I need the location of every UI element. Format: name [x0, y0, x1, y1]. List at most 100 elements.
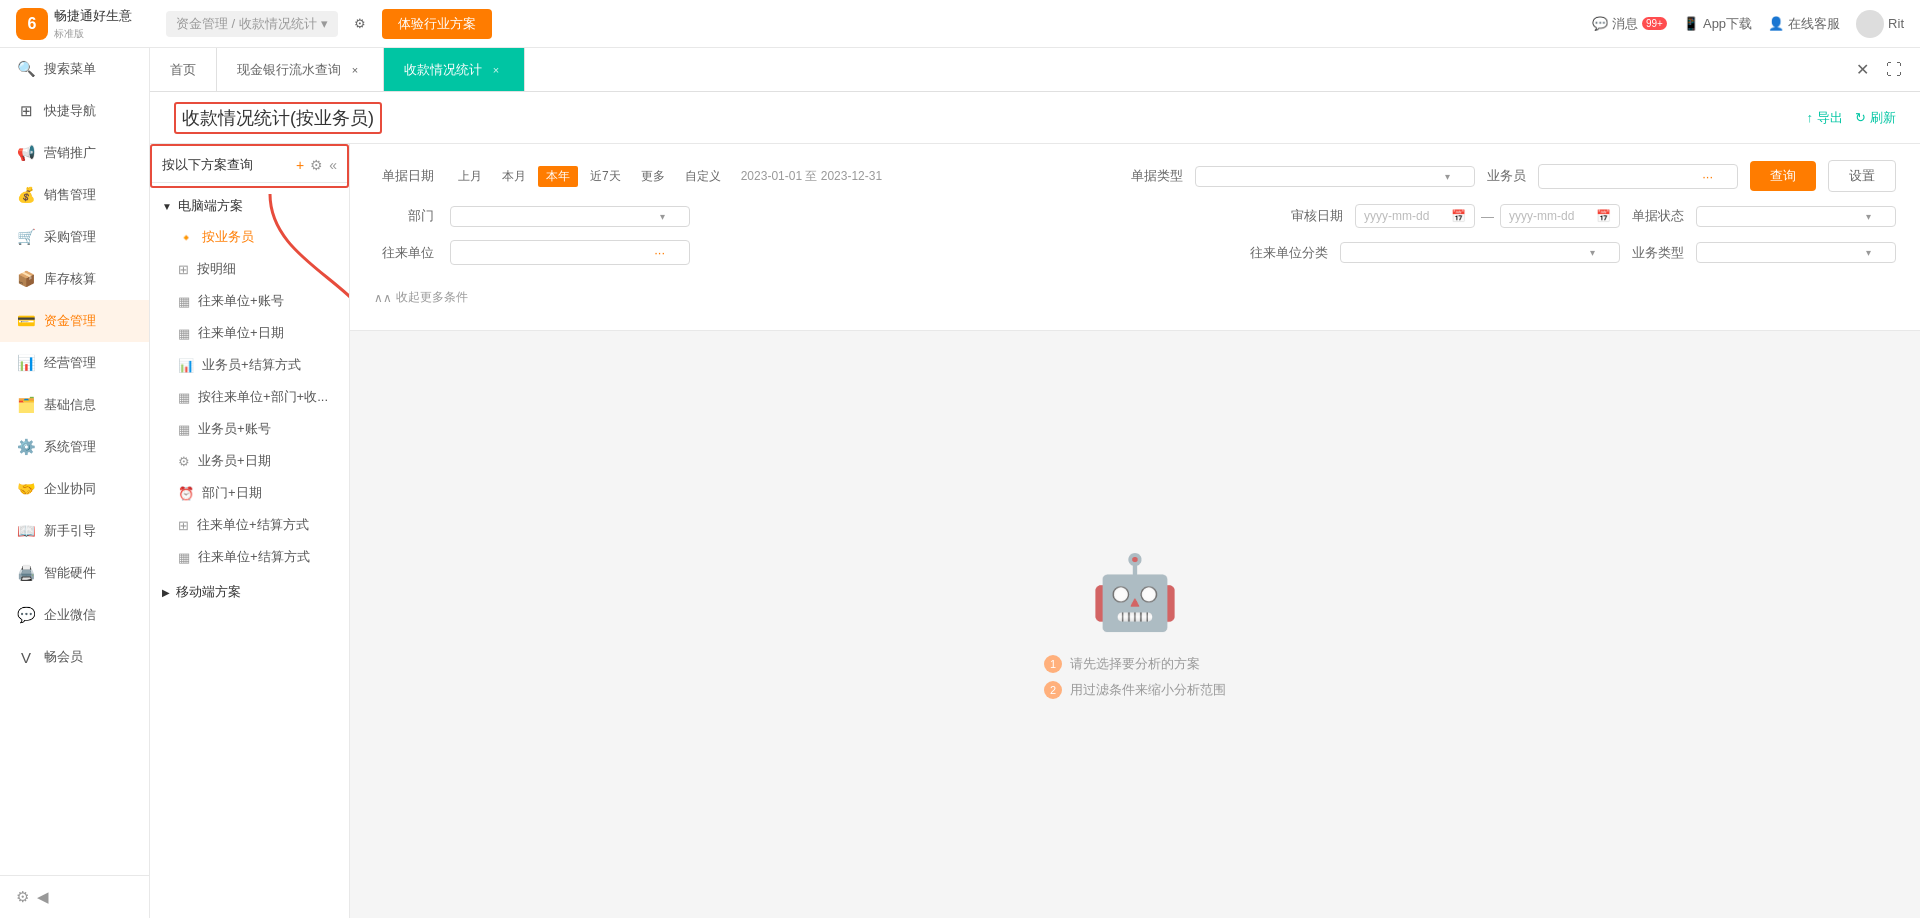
refresh-btn[interactable]: ↻ 刷新 — [1855, 109, 1896, 127]
sidebar-item-guide[interactable]: 📖 新手引导 — [0, 510, 149, 552]
date-this-month[interactable]: 本月 — [494, 166, 534, 187]
sidebar-item-sales[interactable]: 💰 销售管理 — [0, 174, 149, 216]
date-this-year[interactable]: 本年 — [538, 166, 578, 187]
date-custom[interactable]: 自定义 — [677, 166, 729, 187]
date-last-month[interactable]: 上月 — [450, 166, 490, 187]
tab-bank-flow[interactable]: 现金银行流水查询 × — [217, 48, 384, 91]
sidebar-item-marketing[interactable]: 📢 营销推广 — [0, 132, 149, 174]
sidebar-item-search[interactable]: 🔍 搜索菜单 — [0, 48, 149, 90]
scheme-item-salesman-account[interactable]: ▦ 业务员+账号 — [150, 413, 349, 445]
scheme-item-counterpart-date[interactable]: ▦ 往来单位+日期 — [150, 317, 349, 349]
date-control: 上月 本月 本年 近7天 更多 自定义 2023-01-01 至 2023-12… — [450, 166, 882, 187]
add-scheme-btn[interactable]: + — [296, 157, 304, 173]
scheme-settings-btn[interactable]: ⚙ — [310, 157, 323, 173]
sidebar-settings-icon[interactable]: ⚙ — [16, 888, 29, 906]
scheme-item-detail[interactable]: ⊞ 按明细 — [150, 253, 349, 285]
filter-area: 单据日期 上月 本月 本年 近7天 更多 自定义 2023-01-01 至 20… — [350, 144, 1920, 331]
tab-bar: 首页 现金银行流水查询 × 收款情况统计 × ✕ ⛶ — [150, 48, 1920, 92]
page-header-actions: ↑ 导出 ↻ 刷新 — [1807, 109, 1897, 127]
scheme-item-dept-date[interactable]: ⏰ 部门+日期 — [150, 477, 349, 509]
settings-icon[interactable]: ⚙ — [346, 10, 374, 38]
app-download-btn[interactable]: 📱 App下载 — [1683, 15, 1752, 33]
salesman-settle-icon: 📊 — [178, 358, 194, 373]
scheme-item-salesman-settle[interactable]: 📊 业务员+结算方式 — [150, 349, 349, 381]
biz-type-arrow: ▾ — [1866, 247, 1871, 258]
biz-type-label: 业务类型 — [1632, 244, 1684, 262]
counterpart-select[interactable]: ··· — [450, 240, 690, 265]
doc-status-select[interactable]: ▾ — [1696, 206, 1896, 227]
message-badge: 99+ — [1642, 17, 1667, 30]
sidebar-item-hardware[interactable]: 🖨️ 智能硬件 — [0, 552, 149, 594]
finance-icon: 💳 — [16, 312, 36, 330]
online-service-btn[interactable]: 👤 在线客服 — [1768, 15, 1840, 33]
vip-icon: V — [16, 649, 36, 666]
salesman-select[interactable]: ··· — [1538, 164, 1738, 189]
tab-home[interactable]: 首页 — [150, 48, 217, 91]
salesman-more-btn[interactable]: ··· — [1702, 169, 1713, 184]
top-right-actions: 💬 消息 99+ 📱 App下载 👤 在线客服 Rit — [1592, 10, 1904, 38]
biz-type-select[interactable]: ▾ — [1696, 242, 1896, 263]
export-btn[interactable]: ↑ 导出 — [1807, 109, 1844, 127]
doc-type-select[interactable]: ▾ — [1195, 166, 1475, 187]
sidebar-item-operations[interactable]: 📊 经营管理 — [0, 342, 149, 384]
scheme-category-desktop[interactable]: ▼ 电脑端方案 — [150, 191, 349, 221]
salesman-label: 业务员 — [1487, 167, 1526, 185]
logo-area: 6 畅捷通好生意 标准版 — [16, 7, 166, 41]
scheme-item-salesman-date[interactable]: ⚙ 业务员+日期 — [150, 445, 349, 477]
main-layout: 🔍 搜索菜单 ⊞ 快捷导航 📢 营销推广 💰 销售管理 🛒 采购管理 📦 库存核… — [0, 48, 1920, 918]
sidebar-item-collab[interactable]: 🤝 企业协同 — [0, 468, 149, 510]
salesman-account-icon: ▦ — [178, 422, 190, 437]
tab-window-btns: ✕ ⛶ — [1848, 48, 1920, 91]
user-avatar[interactable]: Rit — [1856, 10, 1904, 38]
scheme-item-salesman[interactable]: 🔸 按业务员 — [150, 221, 349, 253]
tab-collection-close[interactable]: × — [488, 62, 504, 78]
salesman-scheme-icon: 🔸 — [178, 230, 194, 245]
sidebar-item-inventory[interactable]: 📦 库存核算 — [0, 258, 149, 300]
query-button[interactable]: 查询 — [1750, 161, 1816, 191]
sidebar-item-nav[interactable]: ⊞ 快捷导航 — [0, 90, 149, 132]
sidebar-item-vip[interactable]: V 畅会员 — [0, 636, 149, 678]
collapse-icon: ∧∧ — [374, 291, 392, 305]
scheme-item-counterpart-settle2[interactable]: ▦ 往来单位+结算方式 — [150, 541, 349, 573]
counterpart-more-btn[interactable]: ··· — [654, 245, 665, 260]
collapse-panel-btn[interactable]: « — [329, 157, 337, 173]
counterpart-class-select[interactable]: ▾ — [1340, 242, 1620, 263]
scheme-item-counterpart-account[interactable]: ▦ 往来单位+账号 — [150, 285, 349, 317]
counterpart-class-label: 往来单位分类 — [1250, 244, 1328, 262]
calendar-icon-to: 📅 — [1596, 209, 1611, 223]
scheme-item-by-counterpart-dept[interactable]: ▦ 按往来单位+部门+收... — [150, 381, 349, 413]
content-area: 首页 现金银行流水查询 × 收款情况统计 × ✕ ⛶ 收款情况统计(按业务员) … — [150, 48, 1920, 918]
tab-bank-flow-close[interactable]: × — [347, 62, 363, 78]
tab-collection-stats[interactable]: 收款情况统计 × — [384, 48, 525, 91]
message-btn[interactable]: 💬 消息 99+ — [1592, 15, 1667, 33]
scheme-item-counterpart-settle1[interactable]: ⊞ 往来单位+结算方式 — [150, 509, 349, 541]
date-7days[interactable]: 近7天 — [582, 166, 629, 187]
close-window-btn[interactable]: ✕ — [1848, 56, 1876, 84]
panel-actions: + ⚙ « — [296, 157, 337, 173]
expand-window-btn[interactable]: ⛶ — [1880, 56, 1908, 84]
review-to-input[interactable]: yyyy-mm-dd 📅 — [1500, 204, 1620, 228]
grid-icon: ⊞ — [16, 102, 36, 120]
sidebar-collapse-icon[interactable]: ◀ — [37, 888, 49, 906]
counterpart-date-icon: ▦ — [178, 326, 190, 341]
doc-type-label: 单据类型 — [1131, 167, 1183, 185]
sidebar-item-purchase[interactable]: 🛒 采购管理 — [0, 216, 149, 258]
salesman-date-icon: ⚙ — [178, 454, 190, 469]
scheme-category-mobile[interactable]: ▶ 移动端方案 — [150, 577, 349, 607]
review-from-input[interactable]: yyyy-mm-dd 📅 — [1355, 204, 1475, 228]
sidebar-item-wechat[interactable]: 💬 企业微信 — [0, 594, 149, 636]
settings-button[interactable]: 设置 — [1828, 160, 1896, 192]
date-more[interactable]: 更多 — [633, 166, 673, 187]
collapse-area: ∧∧ 收起更多条件 — [374, 277, 1896, 314]
dept-select[interactable]: ▾ — [450, 206, 690, 227]
collapse-btn[interactable]: ∧∧ 收起更多条件 — [374, 281, 1896, 314]
top-bar: 6 畅捷通好生意 标准版 资金管理 / 收款情况统计 ▾ ⚙ 体验行业方案 💬 … — [0, 0, 1920, 48]
review-docstatus-group: 审核日期 yyyy-mm-dd 📅 — yyyy-mm-dd 📅 — [1291, 204, 1896, 228]
sidebar-item-basic[interactable]: 🗂️ 基础信息 — [0, 384, 149, 426]
top-nav: 资金管理 / 收款情况统计 ▾ ⚙ 体验行业方案 — [166, 9, 1592, 39]
sidebar-item-system[interactable]: ⚙️ 系统管理 — [0, 426, 149, 468]
sidebar-item-finance[interactable]: 💳 资金管理 — [0, 300, 149, 342]
trial-button[interactable]: 体验行业方案 — [382, 9, 492, 39]
basic-icon: 🗂️ — [16, 396, 36, 414]
purchase-icon: 🛒 — [16, 228, 36, 246]
